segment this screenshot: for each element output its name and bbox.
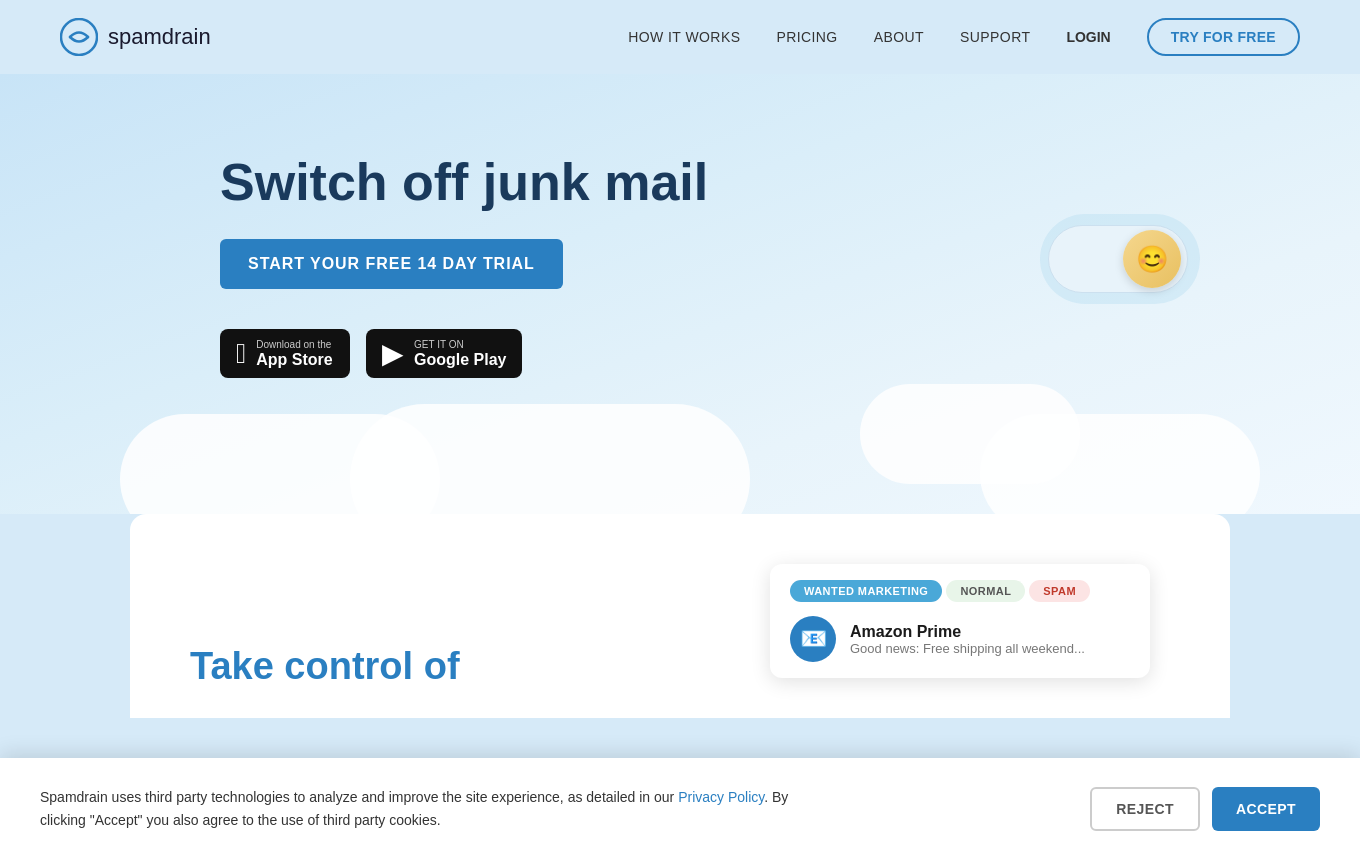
cookie-accept-button[interactable]: ACCEPT — [1212, 787, 1320, 831]
nav-how-it-works[interactable]: HOW IT WORKS — [628, 29, 740, 45]
email-item: 📧 Amazon Prime Good news: Free shipping … — [790, 616, 1130, 662]
google-play-bottom-text: Google Play — [414, 351, 506, 369]
email-card: WANTED MARKETING NORMAL SPAM 📧 Amazon Pr… — [770, 564, 1150, 678]
hero-toggle: 😊 — [1040, 214, 1200, 304]
cloud-4 — [860, 384, 1080, 484]
cloud-2 — [350, 404, 750, 514]
nav-about[interactable]: ABOUT — [874, 29, 924, 45]
tab-wanted[interactable]: WANTED MARKETING — [790, 580, 942, 602]
cookie-privacy-link[interactable]: Privacy Policy — [678, 789, 764, 805]
play-icon: ▶ — [382, 337, 404, 370]
logo-icon — [60, 18, 98, 56]
cloud-3 — [980, 414, 1260, 514]
logo-text: spamdrain — [108, 24, 211, 50]
navbar: spamdrain HOW IT WORKS PRICING ABOUT SUP… — [0, 0, 1360, 74]
toggle-emoji: 😊 — [1136, 244, 1168, 275]
nav-support[interactable]: SUPPORT — [960, 29, 1030, 45]
app-store-bottom-text: App Store — [256, 351, 332, 369]
cookie-banner: Spamdrain uses third party technologies … — [0, 758, 1360, 859]
hero-trial-button[interactable]: START YOUR FREE 14 DAY TRIAL — [220, 239, 563, 289]
section2: WANTED MARKETING NORMAL SPAM 📧 Amazon Pr… — [130, 514, 1230, 718]
email-avatar-icon: 📧 — [800, 626, 827, 652]
app-store-top-text: Download on the — [256, 339, 332, 351]
cookie-buttons: REJECT ACCEPT — [1090, 787, 1320, 831]
logo[interactable]: spamdrain — [60, 18, 211, 56]
cookie-text-before: Spamdrain uses third party technologies … — [40, 789, 678, 805]
tab-spam[interactable]: SPAM — [1029, 580, 1090, 602]
toggle-knob: 😊 — [1123, 230, 1181, 288]
nav-login[interactable]: LOGIN — [1066, 29, 1110, 45]
nav-links: HOW IT WORKS PRICING ABOUT SUPPORT LOGIN… — [628, 18, 1300, 56]
tab-normal[interactable]: NORMAL — [946, 580, 1025, 602]
google-play-badge[interactable]: ▶ GET IT ON Google Play — [366, 329, 522, 378]
email-avatar: 📧 — [790, 616, 836, 662]
email-preview: Good news: Free shipping all weekend... — [850, 641, 1085, 656]
google-play-top-text: GET IT ON — [414, 339, 506, 351]
hero-section: Switch off junk mail START YOUR FREE 14 … — [0, 74, 1360, 514]
store-badges:  Download on the App Store ▶ GET IT ON … — [220, 329, 1300, 378]
cookie-text: Spamdrain uses third party technologies … — [40, 786, 800, 831]
email-tabs: WANTED MARKETING NORMAL SPAM — [790, 580, 1130, 602]
hero-title: Switch off junk mail — [220, 154, 820, 211]
nav-try-free-button[interactable]: TRY FOR FREE — [1147, 18, 1300, 56]
toggle-bg: 😊 — [1048, 225, 1188, 293]
toggle-glow: 😊 — [1040, 214, 1200, 304]
section2-heading: Take control of — [190, 645, 460, 688]
cloud-1 — [120, 414, 440, 514]
app-store-badge[interactable]:  Download on the App Store — [220, 329, 350, 378]
nav-pricing[interactable]: PRICING — [776, 29, 837, 45]
apple-icon:  — [236, 338, 246, 370]
svg-point-0 — [61, 19, 97, 55]
email-sender: Amazon Prime — [850, 623, 1085, 641]
cookie-reject-button[interactable]: REJECT — [1090, 787, 1200, 831]
